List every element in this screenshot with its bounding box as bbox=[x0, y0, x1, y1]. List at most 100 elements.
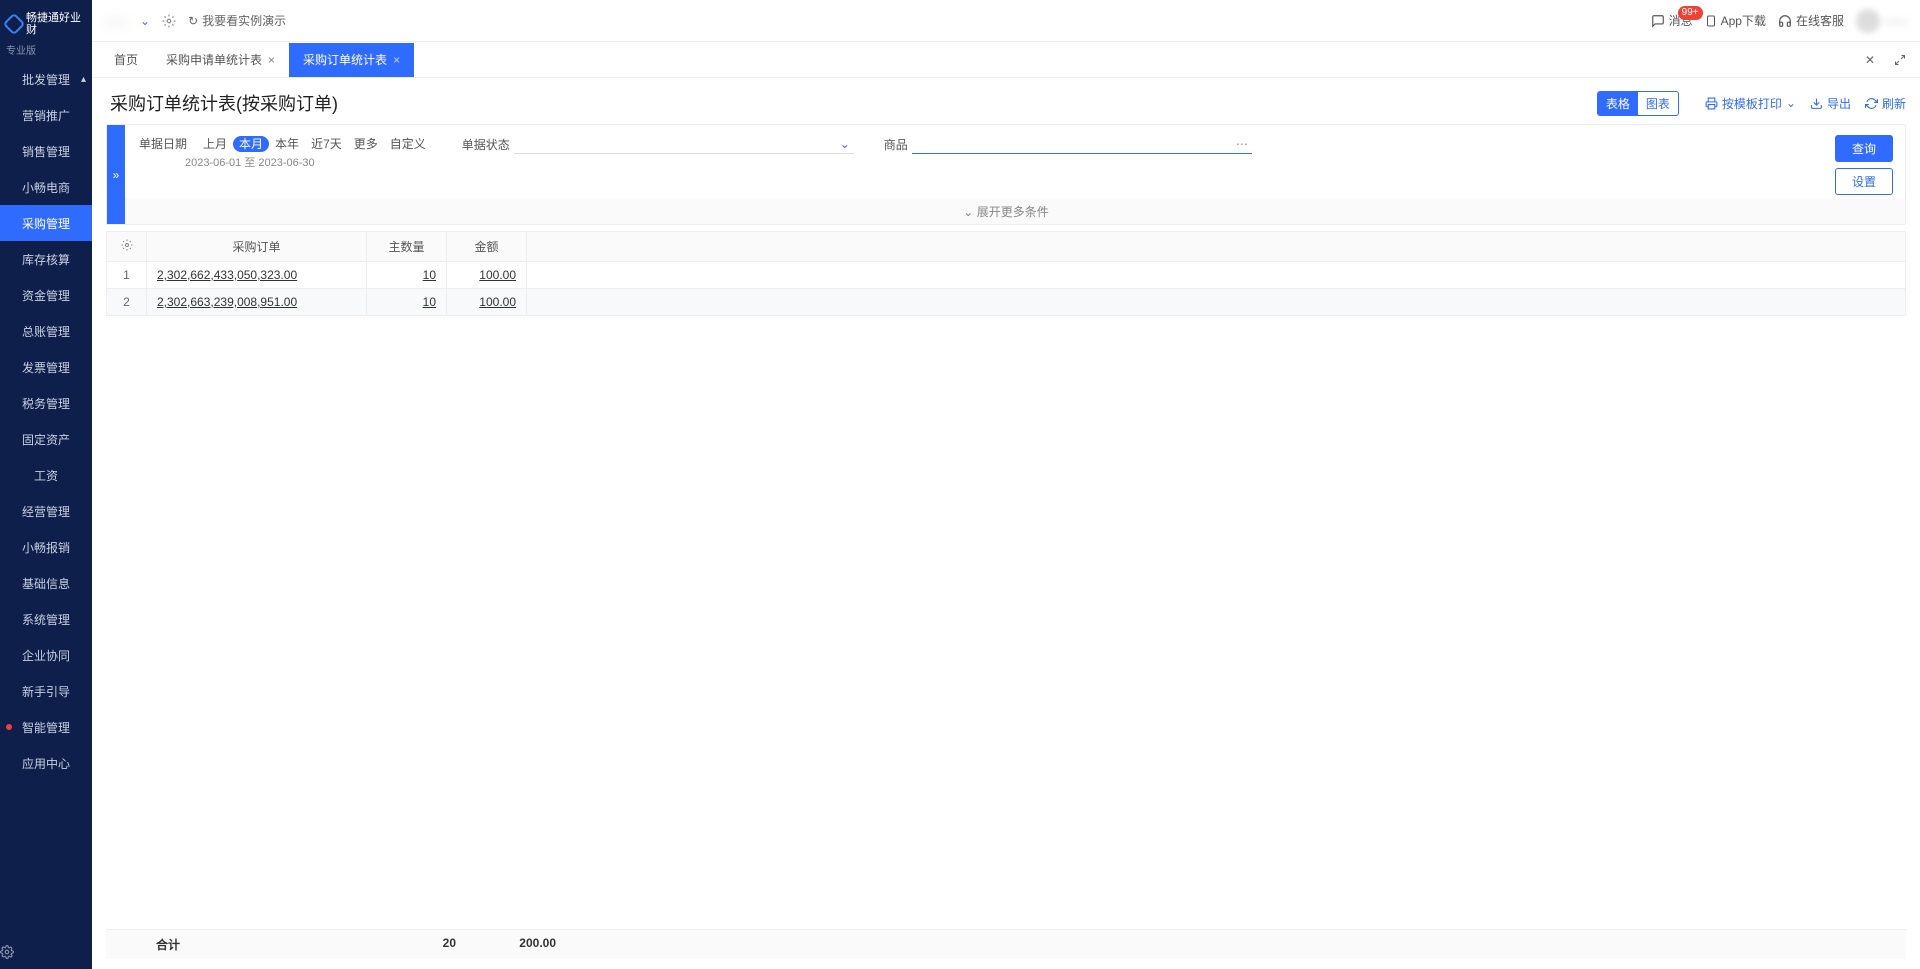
sidebar-item-label: 资金管理 bbox=[22, 287, 70, 304]
sidebar-item-label: 企业协同 bbox=[22, 647, 70, 664]
sidebar-item-18[interactable]: 智能管理 bbox=[0, 709, 92, 745]
cell-order[interactable]: 2,302,662,433,050,323.00 bbox=[147, 262, 367, 289]
filter-status-select[interactable]: ⌄ bbox=[514, 135, 854, 154]
col-order[interactable]: 采购订单 bbox=[147, 232, 367, 262]
sidebar-item-2[interactable]: 销售管理 bbox=[0, 133, 92, 169]
date-pill-0[interactable]: 上月 bbox=[197, 136, 233, 152]
table-header-row: 采购订单 主数量 金额 bbox=[107, 232, 1906, 262]
dot-icon bbox=[6, 724, 12, 730]
query-button[interactable]: 查询 bbox=[1835, 135, 1893, 162]
date-pill-3[interactable]: 近7天 bbox=[305, 136, 348, 152]
sidebar-item-10[interactable]: 固定资产 bbox=[0, 421, 92, 457]
sidebar-item-0[interactable]: 批发管理 ▴ bbox=[0, 61, 92, 97]
sidebar-item-label: 基础信息 bbox=[22, 575, 70, 592]
sidebar-item-14[interactable]: 基础信息 bbox=[0, 565, 92, 601]
date-pill-5[interactable]: 自定义 bbox=[384, 136, 432, 152]
tab-0[interactable]: 首页 bbox=[100, 43, 152, 77]
filter-product-input[interactable]: ⋯ bbox=[912, 135, 1252, 154]
sidebar-item-label: 税务管理 bbox=[22, 395, 70, 412]
message-icon bbox=[1651, 14, 1665, 28]
date-pill-4[interactable]: 更多 bbox=[348, 136, 384, 152]
sidebar-item-label: 经营管理 bbox=[22, 503, 70, 520]
demo-link[interactable]: ↻ 我要看实例演示 bbox=[188, 12, 286, 29]
sidebar-item-9[interactable]: 税务管理 bbox=[0, 385, 92, 421]
sidebar-item-label: 应用中心 bbox=[22, 755, 70, 772]
messages-badge: 99+ bbox=[1678, 6, 1703, 20]
col-qty[interactable]: 主数量 bbox=[367, 232, 447, 262]
view-toggle-chart[interactable]: 图表 bbox=[1638, 92, 1678, 115]
sidebar: 畅捷通好业财 专业版 批发管理 ▴ 营销推广销售管理小畅电商采购管理库存核算资金管理… bbox=[0, 0, 92, 969]
view-toggle: 表格 图表 bbox=[1597, 91, 1679, 116]
brand-edition: 专业版 bbox=[0, 42, 92, 57]
sidebar-settings-icon[interactable] bbox=[0, 935, 92, 969]
tab-1[interactable]: 采购申请单统计表× bbox=[152, 43, 289, 77]
gear-icon[interactable] bbox=[162, 14, 176, 28]
filter-status-label: 单据状态 bbox=[462, 136, 510, 153]
sidebar-item-7[interactable]: 总账管理 bbox=[0, 313, 92, 349]
messages-button[interactable]: 消息 99+ bbox=[1651, 12, 1693, 29]
tab-close-all-button[interactable]: ✕ bbox=[1858, 48, 1882, 72]
tab-label: 采购申请单统计表 bbox=[166, 43, 262, 77]
export-button[interactable]: 导出 bbox=[1810, 95, 1851, 112]
filter-date-range: 2023-06-01 至 2023-06-30 bbox=[185, 154, 432, 170]
date-pill-1[interactable]: 本月 bbox=[233, 136, 269, 152]
cell-qty[interactable]: 10 bbox=[367, 289, 447, 316]
close-icon[interactable]: × bbox=[268, 43, 275, 77]
sidebar-item-5[interactable]: 库存核算 bbox=[0, 241, 92, 277]
filter-settings-button[interactable]: 设置 bbox=[1835, 168, 1893, 195]
sidebar-item-label: 销售管理 bbox=[22, 143, 70, 160]
caret-up-icon: ▴ bbox=[81, 74, 86, 85]
user-menu[interactable]: —— bbox=[1856, 9, 1908, 33]
tab-fullscreen-button[interactable] bbox=[1888, 48, 1912, 72]
chevron-down-icon: ⌄ bbox=[963, 205, 973, 219]
print-template-button[interactable]: 按模板打印 ⌄ bbox=[1705, 95, 1796, 112]
filter-collapse-handle[interactable]: » bbox=[107, 125, 125, 224]
cell-amount[interactable]: 100.00 bbox=[447, 262, 527, 289]
sidebar-item-4[interactable]: 采购管理 bbox=[0, 205, 92, 241]
sidebar-item-label: 小畅电商 bbox=[22, 179, 70, 196]
sidebar-item-1[interactable]: 营销推广 bbox=[0, 97, 92, 133]
sidebar-item-19[interactable]: 应用中心 bbox=[0, 745, 92, 781]
app-download-button[interactable]: App下载 bbox=[1705, 12, 1766, 29]
brand-name: 畅捷通好业财 bbox=[26, 12, 88, 36]
expand-more-filters[interactable]: ⌄ 展开更多条件 bbox=[107, 199, 1905, 224]
table-settings-icon[interactable] bbox=[107, 232, 147, 262]
sidebar-item-3[interactable]: 小畅电商 bbox=[0, 169, 92, 205]
totals-qty: 20 bbox=[366, 930, 466, 959]
sidebar-item-12[interactable]: 经营管理 bbox=[0, 493, 92, 529]
view-toggle-table[interactable]: 表格 bbox=[1598, 92, 1638, 115]
topbar: —— ⌄ ↻ 我要看实例演示 消息 99+ Ap bbox=[92, 0, 1920, 42]
chevron-down-icon[interactable]: ⌄ bbox=[140, 14, 150, 28]
cell-qty[interactable]: 10 bbox=[367, 262, 447, 289]
sidebar-item-6[interactable]: 资金管理 bbox=[0, 277, 92, 313]
sidebar-item-label: 固定资产 bbox=[22, 431, 70, 448]
refresh-button[interactable]: 刷新 bbox=[1865, 95, 1906, 112]
close-icon[interactable]: × bbox=[393, 43, 400, 77]
sidebar-item-label: 新手引导 bbox=[22, 683, 70, 700]
cell-order[interactable]: 2,302,663,239,008,951.00 bbox=[147, 289, 367, 316]
download-icon bbox=[1810, 97, 1823, 110]
sidebar-item-11[interactable]: 工资 bbox=[0, 457, 92, 493]
cell-amount[interactable]: 100.00 bbox=[447, 289, 527, 316]
col-amount[interactable]: 金额 bbox=[447, 232, 527, 262]
date-pill-2[interactable]: 本年 bbox=[269, 136, 305, 152]
sidebar-item-17[interactable]: 新手引导 bbox=[0, 673, 92, 709]
headset-icon bbox=[1778, 14, 1792, 28]
refresh-icon: ↻ bbox=[188, 14, 198, 28]
tab-row: 首页采购申请单统计表×采购订单统计表× ✕ bbox=[92, 42, 1920, 78]
org-picker[interactable]: —— bbox=[104, 14, 128, 28]
sidebar-item-15[interactable]: 系统管理 bbox=[0, 601, 92, 637]
tab-2[interactable]: 采购订单统计表× bbox=[289, 43, 414, 77]
sidebar-item-label: 批发管理 bbox=[22, 71, 70, 88]
filter-product: 商品 ⋯ bbox=[884, 135, 1252, 154]
sidebar-item-13[interactable]: 小畅报销 bbox=[0, 529, 92, 565]
tab-label: 首页 bbox=[114, 43, 138, 77]
sidebar-item-16[interactable]: 企业协同 bbox=[0, 637, 92, 673]
customer-service-button[interactable]: 在线客服 bbox=[1778, 12, 1844, 29]
chevron-down-icon: ⌄ bbox=[840, 137, 850, 151]
page-header: 采购订单统计表(按采购订单) 表格 图表 按模板打印 ⌄ bbox=[106, 78, 1906, 124]
sidebar-item-8[interactable]: 发票管理 bbox=[0, 349, 92, 385]
totals-label: 合计 bbox=[146, 930, 366, 959]
row-index: 2 bbox=[107, 289, 147, 316]
sidebar-item-label: 智能管理 bbox=[22, 719, 70, 736]
